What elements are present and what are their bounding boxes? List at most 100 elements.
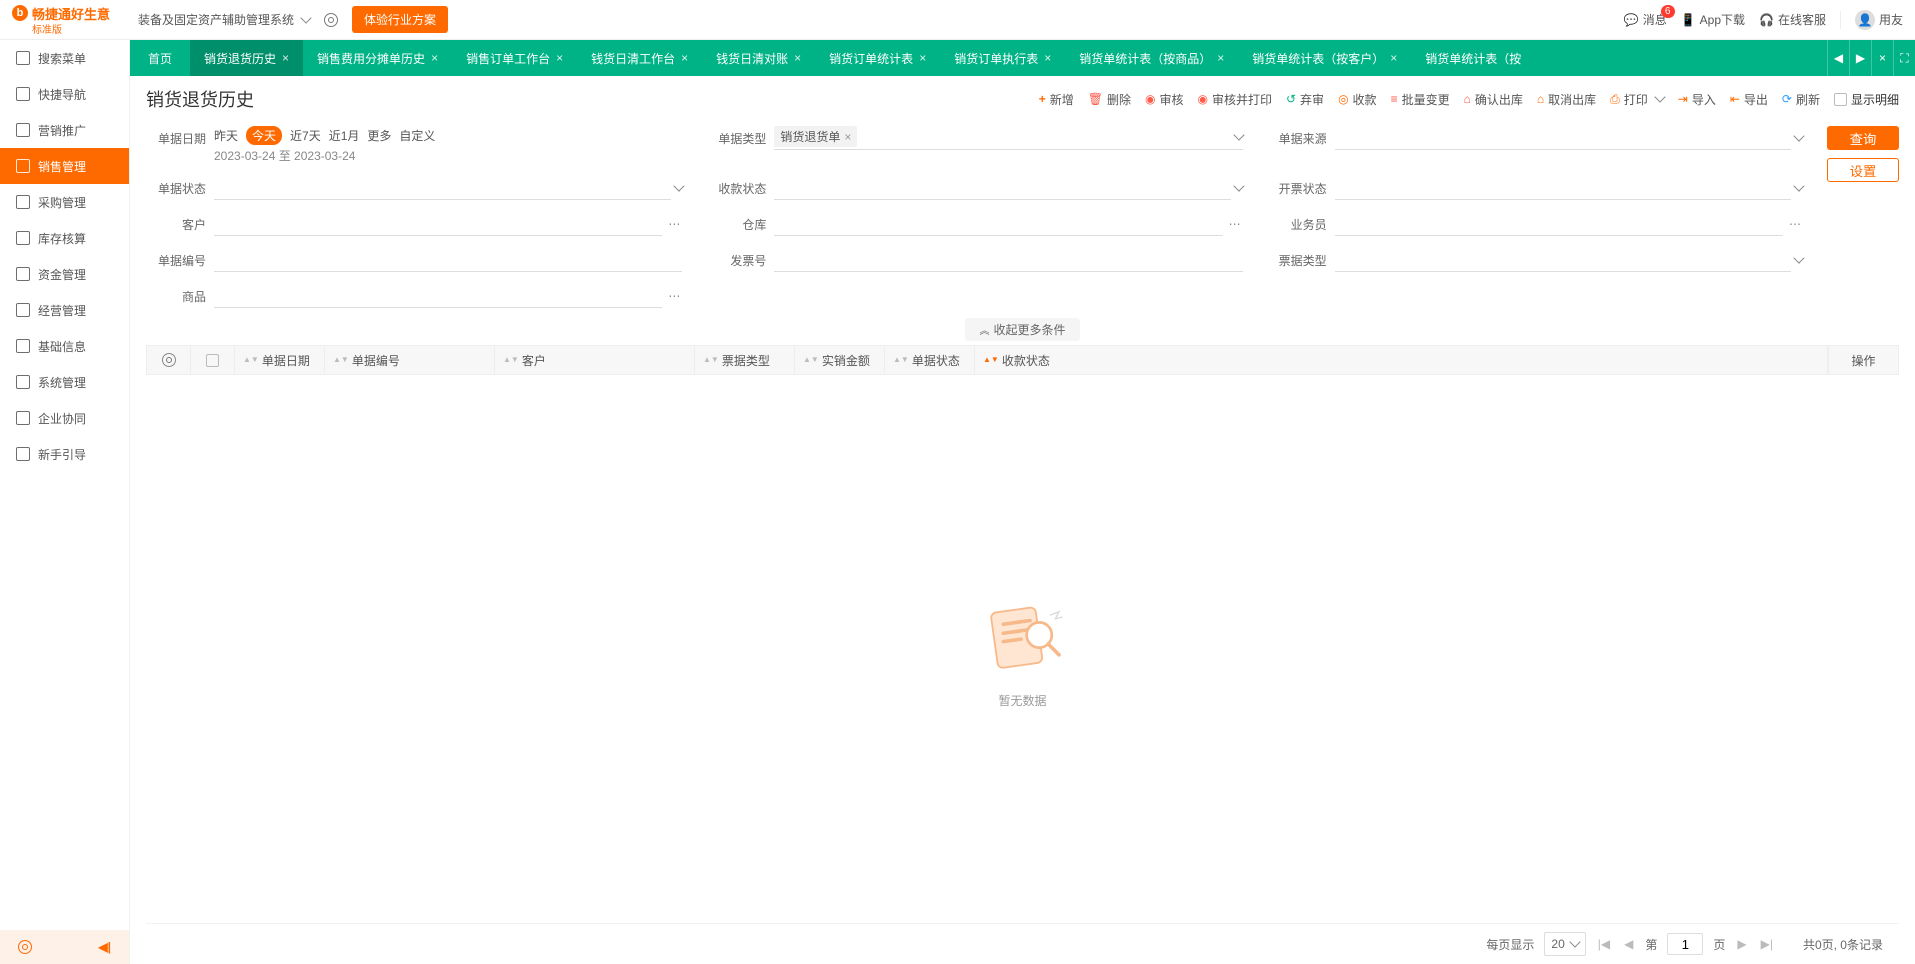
pager-next[interactable]: ▶ [1735,937,1748,951]
tab-order-workbench[interactable]: 销售订单工作台× [452,40,577,76]
pager-first[interactable]: |◀ [1596,937,1612,951]
sidebar-item-basic[interactable]: 基础信息 [0,328,129,364]
col-pay-status[interactable]: ▲▼收款状态 [975,346,1828,374]
pager-prev[interactable]: ◀ [1622,937,1635,951]
chevron-down-icon[interactable] [1233,129,1244,140]
sidebar-item-guide[interactable]: 新手引导 [0,436,129,472]
export-button[interactable]: ⇤导出 [1730,91,1768,108]
system-selector[interactable]: 装备及固定资产辅助管理系统 [138,11,310,28]
batch-change-button[interactable]: ≡批量变更 [1391,91,1450,108]
col-real-amount[interactable]: ▲▼实销金额 [795,346,885,374]
tab-close-icon[interactable]: × [681,51,688,65]
delete-button[interactable]: 🗑删除 [1088,91,1131,108]
invoice-status-select[interactable] [1335,176,1792,200]
tab-close-icon[interactable]: × [556,51,563,65]
chevron-down-icon[interactable] [1793,252,1804,263]
sidebar-item-marketing[interactable]: 营销推广 [0,112,129,148]
lookup-icon[interactable]: ⋯ [1787,217,1803,231]
tab-order-exec[interactable]: 销货订单执行表× [940,40,1065,76]
sidebar-item-operation[interactable]: 经营管理 [0,292,129,328]
sidebar-item-sales[interactable]: 销售管理 [0,148,129,184]
chevron-down-icon[interactable] [673,180,684,191]
chevron-down-icon[interactable] [1793,180,1804,191]
tab-close-icon[interactable]: × [919,51,926,65]
add-button[interactable]: +新增 [1039,91,1074,108]
setting-button[interactable]: 设置 [1827,158,1899,182]
gear-icon[interactable] [324,13,338,27]
sidebar-item-search[interactable]: 搜索菜单 [0,40,129,76]
chevron-down-icon[interactable] [1793,130,1804,141]
date-opt-last7[interactable]: 近7天 [290,127,321,144]
date-opt-custom[interactable]: 自定义 [399,127,435,144]
date-opt-more[interactable]: 更多 [367,127,391,144]
receipt-type-select[interactable] [1335,248,1792,272]
col-customer[interactable]: ▲▼客户 [495,346,695,374]
tab-daily-clear-recon[interactable]: 钱货日清对账× [702,40,815,76]
sidebar-settings-icon[interactable] [18,940,32,954]
show-detail-checkbox[interactable]: 显示明细 [1834,91,1899,108]
tab-close-icon[interactable]: × [431,51,438,65]
tab-stats-by-product[interactable]: 销货单统计表（按商品）× [1065,40,1238,76]
col-receipt-type[interactable]: ▲▼票据类型 [695,346,795,374]
confirm-out-button[interactable]: ⌂确认出库 [1464,91,1523,108]
pager-last[interactable]: ▶| [1759,937,1775,951]
tabs-fullscreen[interactable]: ⛶ [1893,40,1915,76]
tab-fee-alloc-history[interactable]: 销售费用分摊单历史× [303,40,452,76]
tabs-scroll-left[interactable]: ◀ [1827,40,1849,76]
doc-source-select[interactable] [1335,126,1792,150]
col-doc-date[interactable]: ▲▼单据日期 [235,346,325,374]
lookup-icon[interactable]: ⋯ [666,289,682,303]
audit-button[interactable]: ◉审核 [1145,91,1184,108]
product-input[interactable] [214,284,662,308]
lookup-icon[interactable]: ⋯ [1227,217,1243,231]
collect-button[interactable]: ◎收款 [1338,91,1377,108]
user-menu[interactable]: 👤 用友 [1855,10,1903,30]
col-doc-status[interactable]: ▲▼单据状态 [885,346,975,374]
date-opt-today[interactable]: 今天 [246,126,282,145]
col-doc-no[interactable]: ▲▼单据编号 [325,346,495,374]
tab-stats-by-customer[interactable]: 销货单统计表（按客户）× [1238,40,1411,76]
doc-no-input[interactable] [214,248,682,272]
import-button[interactable]: ⇥导入 [1678,91,1716,108]
per-page-select[interactable]: 20 [1544,932,1585,956]
collapse-filters-button[interactable]: ︽ 收起更多条件 [965,318,1079,341]
tab-close-icon[interactable]: × [282,51,289,65]
tag-remove-icon[interactable]: × [844,130,851,144]
tab-close-icon[interactable]: × [1217,51,1224,65]
tabs-scroll-right[interactable]: ▶ [1849,40,1871,76]
sidebar-item-finance[interactable]: 资金管理 [0,256,129,292]
sidebar-item-system[interactable]: 系统管理 [0,364,129,400]
chevron-down-icon[interactable] [1233,180,1244,191]
date-opt-last1m[interactable]: 近1月 [329,127,360,144]
tab-close-icon[interactable]: × [1044,51,1051,65]
abandon-button[interactable]: ↺弃审 [1286,91,1324,108]
query-button[interactable]: 查询 [1827,126,1899,150]
tab-close-icon[interactable]: × [1390,51,1397,65]
sidebar-item-inventory[interactable]: 库存核算 [0,220,129,256]
tab-return-history[interactable]: 销货退货历史× [190,40,303,76]
audit-print-button[interactable]: ◉审核并打印 [1197,91,1272,108]
sidebar-item-enterprise[interactable]: 企业协同 [0,400,129,436]
page-input[interactable] [1667,933,1703,955]
tabs-close-current[interactable]: × [1871,40,1893,76]
column-settings-button[interactable] [147,346,191,374]
messages-link[interactable]: 💬 消息 6 [1624,11,1667,28]
refresh-button[interactable]: ⟳刷新 [1782,91,1820,108]
sidebar-item-purchase[interactable]: 采购管理 [0,184,129,220]
warehouse-input[interactable] [774,212,1222,236]
app-download-link[interactable]: 📱 App下载 [1681,11,1745,28]
tab-daily-clear-workbench[interactable]: 钱货日清工作台× [577,40,702,76]
tab-order-stats[interactable]: 销货订单统计表× [815,40,940,76]
online-service-link[interactable]: 🎧 在线客服 [1759,11,1826,28]
lookup-icon[interactable]: ⋯ [666,217,682,231]
experience-button[interactable]: 体验行业方案 [352,6,448,33]
select-all-checkbox[interactable] [191,346,235,374]
customer-input[interactable] [214,212,662,236]
sidebar-collapse-icon[interactable]: ◀| [98,940,111,954]
cancel-out-button[interactable]: ⌂取消出库 [1537,91,1596,108]
tab-home[interactable]: 首页 [130,40,190,76]
tab-stats-truncated[interactable]: 销货单统计表（按 [1411,40,1535,76]
doc-status-select[interactable] [214,176,671,200]
invoice-no-input[interactable] [774,248,1242,272]
sidebar-item-quicknav[interactable]: 快捷导航 [0,76,129,112]
